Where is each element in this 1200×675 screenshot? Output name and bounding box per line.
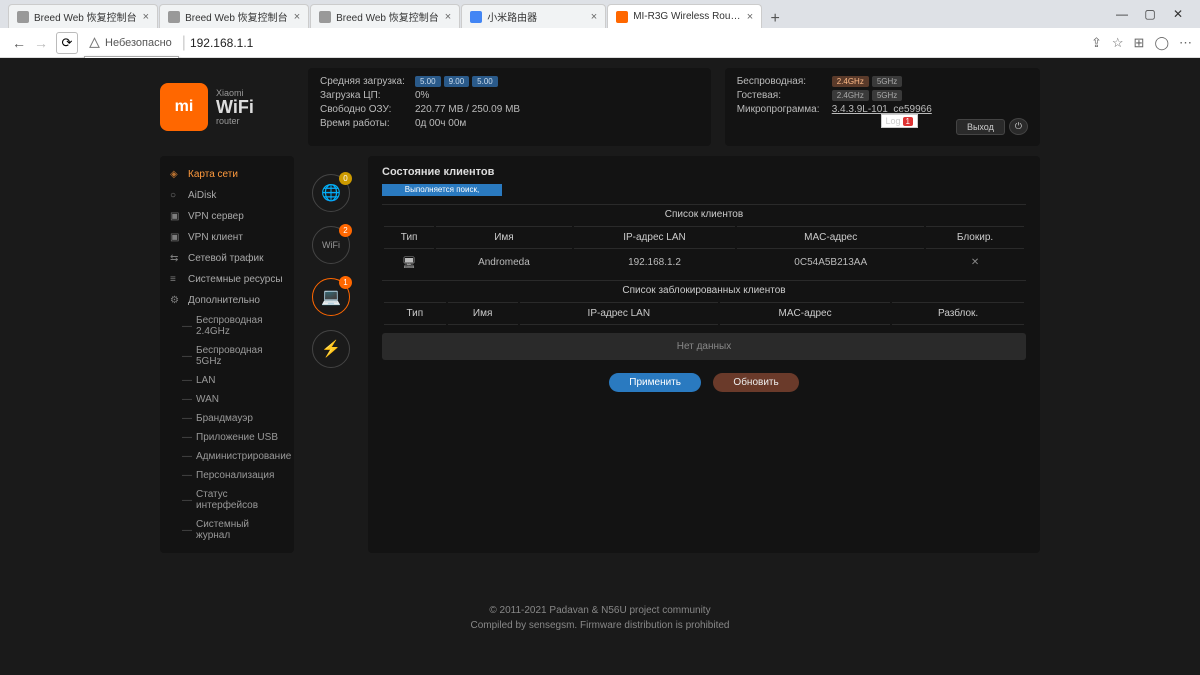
footer: © 2011-2021 Padavan & N56U project commu… — [160, 603, 1040, 633]
device-type-icon: 🖥 — [384, 251, 434, 274]
disk-icon: ○ — [170, 190, 182, 201]
minimize-button[interactable]: — — [1108, 0, 1136, 28]
share-icon[interactable]: ⇪ — [1091, 35, 1102, 51]
tab-0[interactable]: Breed Web 恢复控制台× — [8, 4, 158, 28]
sidebar-item-aidisk[interactable]: ○AiDisk — [160, 185, 294, 206]
search-progress: Выполняется поиск, подождите... — [382, 184, 502, 196]
sidebar-sub-lan[interactable]: LAN — [160, 371, 294, 390]
tab-3[interactable]: 小米路由器× — [461, 4, 606, 28]
power-icon[interactable]: ⏻ — [1009, 118, 1028, 135]
sidebar-sub-usb[interactable]: Приложение USB — [160, 428, 294, 447]
apply-button[interactable]: Применить — [609, 373, 701, 392]
sidebar-item-network-map[interactable]: ◈Карта сети — [160, 164, 294, 185]
clients-panel: Состояние клиентов Выполняется поиск, по… — [368, 156, 1040, 553]
internet-icon[interactable]: 🌐0 — [312, 174, 350, 212]
maximize-button[interactable]: ▢ — [1136, 0, 1164, 28]
close-icon[interactable]: × — [294, 11, 300, 23]
gear-icon: ⚙ — [170, 295, 182, 306]
sidebar-sub-firewall[interactable]: Брандмауэр — [160, 409, 294, 428]
wifi-icon[interactable]: WiFi2 — [312, 226, 350, 264]
log-badge[interactable]: Log1 — [881, 114, 918, 128]
forward-button[interactable]: → — [30, 35, 52, 51]
menu-icon[interactable]: ⋯ — [1179, 35, 1192, 51]
no-data-label: Нет данных — [382, 333, 1026, 360]
logout-button[interactable]: Выход — [956, 119, 1005, 135]
address-bar: ← → ⟳ Небезопасно | 192.168.1.1 ⇪ ☆ ⊞ ◯ … — [0, 28, 1200, 58]
panel-title: Состояние клиентов — [382, 166, 1026, 178]
guest-24-chip[interactable]: 2.4GHz — [832, 90, 869, 101]
close-icon[interactable]: × — [445, 11, 451, 23]
tab-4[interactable]: MI-R3G Wireless Router× — [607, 4, 762, 28]
sidebar-sub-syslog[interactable]: Системный журнал — [160, 515, 294, 545]
tab-1[interactable]: Breed Web 恢复控制台× — [159, 4, 309, 28]
router-logo: mi Xiaomi WiFi router — [160, 68, 294, 146]
profile-icon[interactable]: ◯ — [1154, 35, 1169, 51]
close-icon[interactable]: × — [591, 11, 597, 23]
warning-icon — [88, 36, 101, 49]
wireless-stats-panel: Беспроводная: 2.4GHz 5GHz Гостевая: 2.4G… — [725, 68, 1040, 146]
block-button[interactable]: ✕ — [926, 251, 1024, 274]
clients-icon[interactable]: 💻1 — [312, 278, 350, 316]
traffic-icon: ⇆ — [170, 253, 182, 264]
icon-column: 🌐0 WiFi2 💻1 ⚡ — [308, 156, 354, 553]
table-row: 🖥 Andromeda 192.168.1.2 0C54A5B213AA ✕ — [384, 251, 1024, 274]
sidebar-sub-wlan24[interactable]: Беспроводная 2.4GHz — [160, 311, 294, 341]
wlan-5-chip[interactable]: 5GHz — [872, 76, 902, 87]
browser-tabs: Breed Web 恢复控制台× Breed Web 恢复控制台× Breed … — [0, 0, 1200, 28]
security-indicator[interactable]: Небезопасно — [88, 36, 172, 49]
refresh-button[interactable]: Обновить — [713, 373, 798, 392]
new-tab-button[interactable]: + — [763, 10, 787, 28]
blocked-table: ТипИмя IP-адрес LANMAC-адрес Разблок. — [382, 300, 1026, 327]
map-icon: ◈ — [170, 169, 182, 180]
sidebar-sub-wlan5[interactable]: Беспроводная 5GHz — [160, 341, 294, 371]
sidebar-sub-custom[interactable]: Персонализация — [160, 466, 294, 485]
tab-2[interactable]: Breed Web 恢复控制台× — [310, 4, 460, 28]
back-button[interactable]: ← — [8, 35, 30, 51]
url-text[interactable]: 192.168.1.1 — [190, 36, 253, 50]
sidebar-sub-admin[interactable]: Администрирование — [160, 447, 294, 466]
blocked-list-title: Список заблокированных клиентов — [382, 280, 1026, 300]
sidebar-sub-wan[interactable]: WAN — [160, 390, 294, 409]
client-icon: ▣ — [170, 232, 182, 243]
close-icon[interactable]: × — [747, 11, 753, 23]
sidebar-item-vpn-server[interactable]: ▣VPN сервер — [160, 206, 294, 227]
close-window-button[interactable]: ✕ — [1164, 0, 1192, 28]
sidebar: ◈Карта сети ○AiDisk ▣VPN сервер ▣VPN кли… — [160, 156, 294, 553]
clients-list-title: Список клиентов — [382, 204, 1026, 224]
sidebar-item-advanced[interactable]: ⚙Дополнительно — [160, 290, 294, 311]
clients-table: ТипИмя IP-адрес LANMAC-адрес Блокир. 🖥 A… — [382, 224, 1026, 276]
sidebar-item-traffic[interactable]: ⇆Сетевой трафик — [160, 248, 294, 269]
favorite-icon[interactable]: ☆ — [1112, 35, 1124, 51]
reload-button[interactable]: ⟳ — [56, 32, 78, 54]
guest-5-chip[interactable]: 5GHz — [872, 90, 902, 101]
extensions-icon[interactable]: ⊞ — [1134, 35, 1145, 51]
server-icon: ▣ — [170, 211, 182, 222]
chart-icon: ≡ — [170, 274, 182, 285]
sidebar-item-vpn-client[interactable]: ▣VPN клиент — [160, 227, 294, 248]
mi-logo-icon: mi — [160, 83, 208, 131]
system-stats-panel: Средняя загрузка: 5.00 9.00 5.00 Загрузк… — [308, 68, 711, 146]
usb-icon[interactable]: ⚡ — [312, 330, 350, 368]
sidebar-item-sysres[interactable]: ≡Системные ресурсы — [160, 269, 294, 290]
wlan-24-chip[interactable]: 2.4GHz — [832, 76, 869, 87]
close-icon[interactable]: × — [143, 11, 149, 23]
sidebar-sub-ifstatus[interactable]: Статус интерфейсов — [160, 485, 294, 515]
